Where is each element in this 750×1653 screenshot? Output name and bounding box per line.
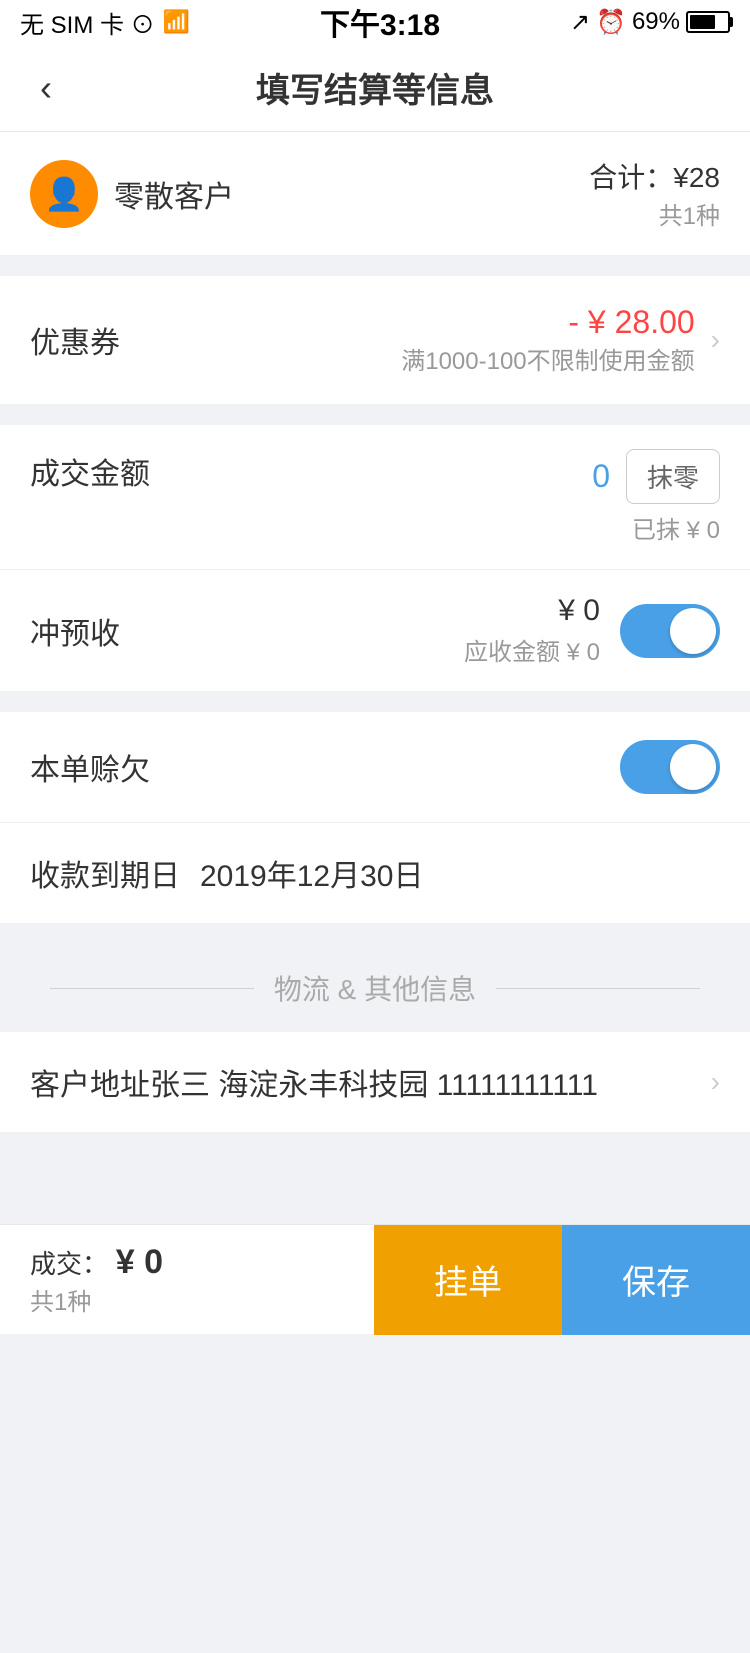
prepay-row: 冲预收 ¥ 0 应收金额 ¥ 0 [0, 570, 750, 692]
divider-1 [0, 256, 750, 276]
prepay-right: ¥ 0 应收金额 ¥ 0 [464, 594, 600, 667]
avatar: 👤 [30, 160, 98, 228]
divider-3 [0, 692, 750, 712]
deal-amount-wrap: 0 抹零 [592, 449, 720, 504]
already-rounded-text: 已抹 ¥ 0 [632, 510, 720, 545]
sim-label: 无 SIM 卡 ⊙ [20, 5, 155, 40]
coupon-label: 优惠券 [30, 318, 120, 362]
due-date-row: 收款到期日 2019年12月30日 [0, 823, 750, 924]
due-date-value: 2019年12月30日 [200, 851, 423, 895]
debit-row: 本单赊欠 [0, 712, 750, 823]
status-right: ↗ ⏰ 69% [570, 8, 730, 37]
address-key: 客户地址 [30, 1060, 150, 1104]
page-title: 填写结算等信息 [256, 63, 494, 112]
deal-label: 成交金额 [30, 449, 150, 493]
logistics-label: 物流 & 其他信息 [274, 968, 476, 1008]
total-count: 共1种 [589, 196, 720, 231]
deal-row: 成交金额 0 抹零 已抹 ¥ 0 [0, 425, 750, 570]
toggle-knob [670, 608, 716, 654]
battery-icon [686, 11, 730, 33]
deal-right: 0 抹零 已抹 ¥ 0 [592, 449, 720, 545]
address-chevron-icon: › [711, 1066, 720, 1098]
debit-label: 本单赊欠 [30, 745, 150, 789]
bottom-count: 共1种 [30, 1282, 344, 1317]
logistics-header: 物流 & 其他信息 [0, 944, 750, 1032]
coupon-right: - ¥ 28.00 满1000-100不限制使用金额 › [401, 304, 720, 376]
bottom-deal-label: 成交： [30, 1249, 108, 1279]
nav-bar: ‹ 填写结算等信息 [0, 44, 750, 132]
save-button[interactable]: 保存 [562, 1225, 750, 1335]
location-icon: ↗ [570, 8, 590, 37]
deal-amount-value: 0 [592, 458, 610, 495]
coupon-desc: 满1000-100不限制使用金额 [401, 341, 694, 376]
prepay-sub-text: 应收金额 ¥ 0 [464, 632, 600, 667]
avatar-icon: 👤 [44, 175, 84, 213]
coupon-info: - ¥ 28.00 满1000-100不限制使用金额 [401, 304, 694, 376]
customer-name: 零散客户 [114, 172, 234, 216]
status-left: 无 SIM 卡 ⊙ 📶 [20, 5, 190, 40]
hold-button[interactable]: 挂单 [374, 1225, 562, 1335]
status-bar: 无 SIM 卡 ⊙ 📶 下午3:18 ↗ ⏰ 69% [0, 0, 750, 44]
round-button[interactable]: 抹零 [626, 449, 720, 504]
coupon-chevron-icon: › [711, 324, 720, 356]
coupon-amount: - ¥ 28.00 [401, 304, 694, 341]
divider-2 [0, 405, 750, 425]
prepay-right-wrap: ¥ 0 应收金额 ¥ 0 [464, 594, 720, 667]
back-button[interactable]: ‹ [30, 57, 62, 119]
prepay-label: 冲预收 [30, 609, 120, 653]
battery-percent: 69% [632, 8, 680, 36]
customer-total: 合计：¥28 共1种 [589, 156, 720, 231]
debit-toggle[interactable] [620, 740, 720, 794]
customer-info: 👤 零散客户 [30, 160, 234, 228]
customer-row: 👤 零散客户 合计：¥28 共1种 [0, 132, 750, 256]
bottom-deal-amount: ¥ 0 [116, 1243, 163, 1281]
wifi-icon: 📶 [163, 9, 190, 35]
coupon-row[interactable]: 优惠券 - ¥ 28.00 满1000-100不限制使用金额 › [0, 276, 750, 405]
content: 👤 零散客户 合计：¥28 共1种 优惠券 - ¥ 28.00 满1000-10… [0, 132, 750, 1653]
bottom-summary: 成交： ¥ 0 共1种 [0, 1243, 374, 1317]
bottom-bar: 成交： ¥ 0 共1种 挂单 保存 [0, 1224, 750, 1334]
address-value: 张三 海淀永丰科技园 11111111111 [150, 1060, 711, 1104]
address-row[interactable]: 客户地址 张三 海淀永丰科技园 11111111111 › [0, 1032, 750, 1133]
status-time: 下午3:18 [320, 0, 440, 44]
due-date-label: 收款到期日 [30, 851, 180, 895]
bottom-deal-row: 成交： ¥ 0 [30, 1243, 344, 1282]
prepay-toggle[interactable] [620, 604, 720, 658]
total-amount: 合计：¥28 [589, 156, 720, 196]
alarm-icon: ⏰ [596, 8, 626, 37]
divider-4 [0, 924, 750, 944]
debit-toggle-knob [670, 744, 716, 790]
prepay-amount: ¥ 0 [558, 594, 600, 628]
